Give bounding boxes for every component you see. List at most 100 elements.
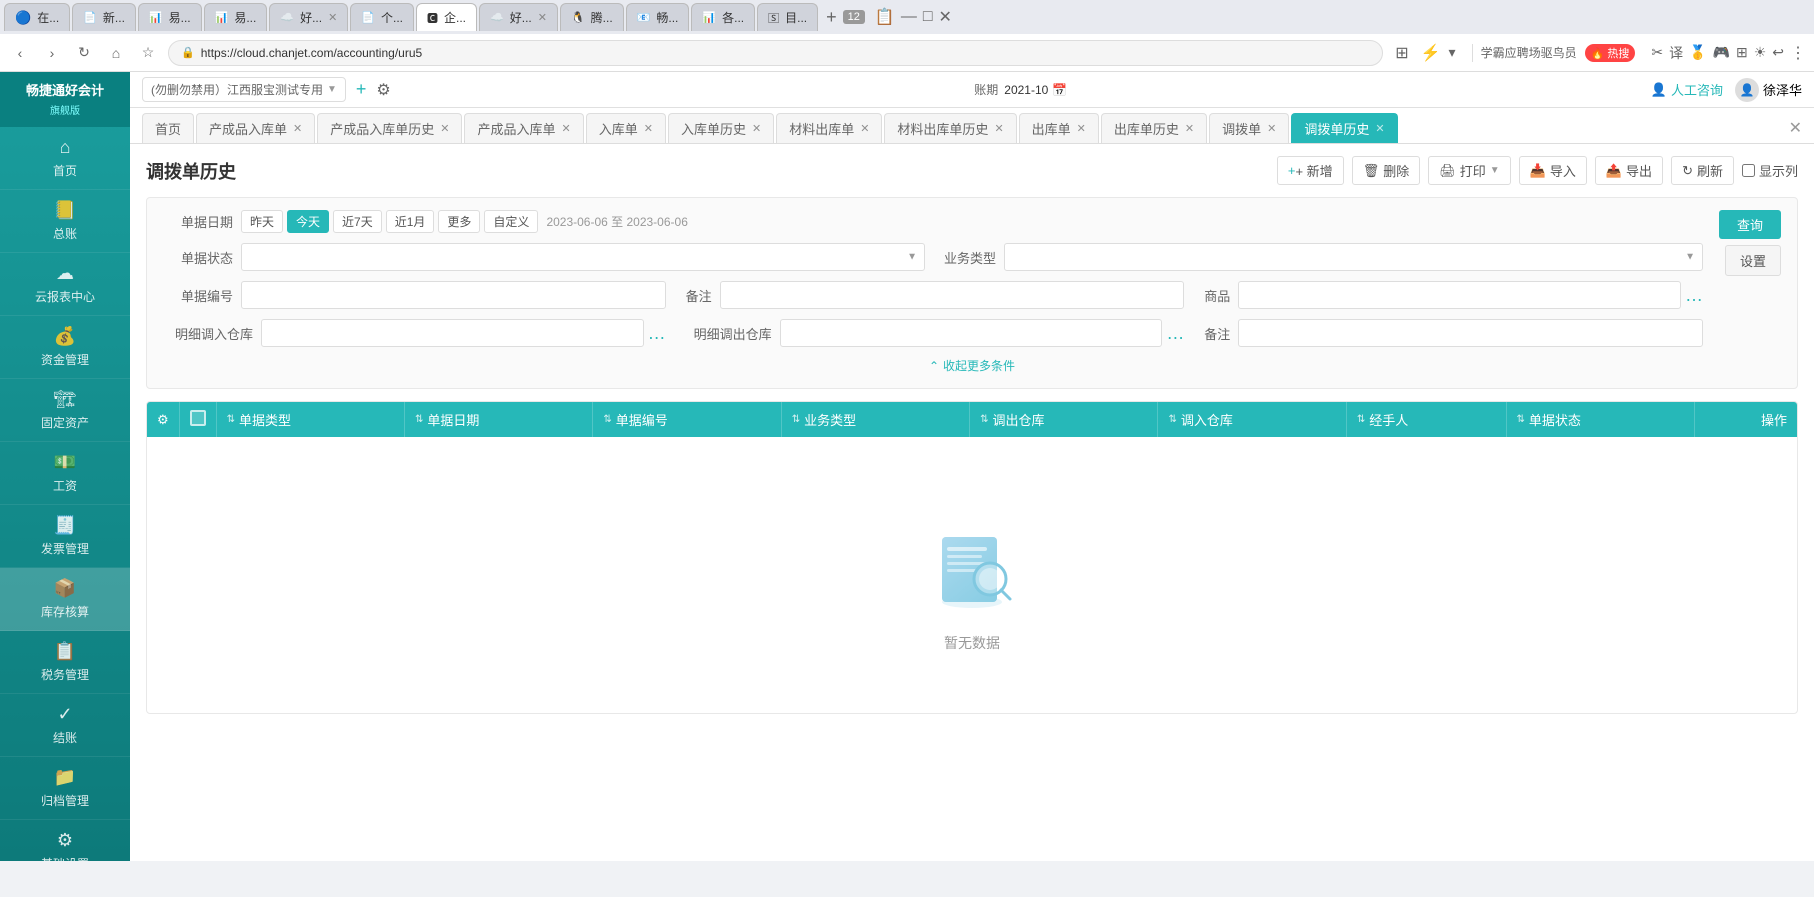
tab-inbound[interactable]: 入库单 ✕ [586, 113, 666, 143]
browser-tab-8[interactable]: 📧 畅... [626, 3, 690, 31]
status-select[interactable] [241, 243, 925, 271]
translate-icon[interactable]: 译 [1669, 43, 1683, 63]
tab-transfer-history-close[interactable]: ✕ [1375, 122, 1384, 135]
docno-input[interactable] [241, 281, 666, 309]
table-gear-icon[interactable]: ⚙ [157, 412, 169, 427]
browser-tab-back[interactable]: 🔵 在... [4, 3, 70, 31]
tab-outbound-history-close[interactable]: ✕ [1185, 122, 1194, 135]
custom-date-btn[interactable]: 自定义 [484, 210, 538, 233]
sidebar-item-settings[interactable]: ⚙ 基础设置 [0, 820, 130, 861]
sort-in-warehouse[interactable]: ⇅ 调入仓库 [1168, 410, 1335, 429]
tab-material-outbound-close[interactable]: ✕ [860, 122, 869, 135]
browser-tab-active[interactable]: 🅲 企... [416, 3, 477, 31]
grid-icon[interactable]: ⊞ [1736, 44, 1748, 61]
th-gear[interactable]: ⚙ [147, 402, 179, 437]
today-btn[interactable]: 今天 [287, 210, 329, 233]
browser-tab-6[interactable]: ☁️ 好... ✕ [479, 3, 558, 31]
tab-menu-btn[interactable]: 📋 [875, 7, 895, 27]
tab-outbound-close[interactable]: ✕ [1077, 122, 1086, 135]
th-doc-type[interactable]: ⇅ 单据类型 [216, 402, 404, 437]
th-in-warehouse[interactable]: ⇅ 调入仓库 [1158, 402, 1346, 437]
tab-home[interactable]: 首页 [142, 113, 194, 143]
extensions-icon[interactable]: ⊞ [1391, 43, 1412, 63]
tab-outbound-history[interactable]: 出库单历史 ✕ [1101, 113, 1207, 143]
new-tab-btn[interactable]: + [826, 7, 837, 28]
browser-tab-4[interactable]: ☁️ 好... ✕ [269, 3, 348, 31]
sidebar-item-assets[interactable]: 🏗 固定资产 [0, 379, 130, 442]
new-btn[interactable]: + + 新增 [1277, 156, 1344, 185]
yesterday-btn[interactable]: 昨天 [241, 210, 283, 233]
status-select-wrapper[interactable] [241, 243, 925, 271]
browser-tab-6-close[interactable]: ✕ [538, 11, 547, 24]
tab-product-inbound-2[interactable]: 产成品入库单 ✕ [464, 113, 583, 143]
sidebar-item-ledger[interactable]: 📒 总账 [0, 190, 130, 253]
more-icon[interactable]: ⋮ [1790, 43, 1806, 63]
tab-outbound[interactable]: 出库单 ✕ [1019, 113, 1099, 143]
th-doc-no[interactable]: ⇅ 单据编号 [593, 402, 781, 437]
th-doc-status[interactable]: ⇅ 单据状态 [1506, 402, 1694, 437]
print-dropdown-icon[interactable]: ▼ [1490, 165, 1500, 176]
collapse-bar[interactable]: ⌃ 收起更多条件 [163, 351, 1781, 376]
sort-doc-type[interactable]: ⇅ 单据类型 [227, 410, 394, 429]
tab-product-inbound-2-close[interactable]: ✕ [562, 122, 571, 135]
th-doc-date[interactable]: ⇅ 单据日期 [405, 402, 593, 437]
forward-btn[interactable]: › [40, 41, 64, 65]
tab-transfer[interactable]: 调拨单 ✕ [1209, 113, 1289, 143]
lightning-icon[interactable]: ⚡ [1421, 43, 1441, 63]
support-btn[interactable]: 👤 人工咨询 [1651, 80, 1723, 99]
sort-doc-date[interactable]: ⇅ 单据日期 [415, 410, 582, 429]
import-btn[interactable]: 📥 导入 [1519, 156, 1587, 185]
export-btn[interactable]: 📤 导出 [1595, 156, 1663, 185]
tools-icon[interactable]: ✂ [1651, 44, 1663, 61]
tab-product-inbound-close[interactable]: ✕ [293, 122, 302, 135]
gear-btn[interactable]: ⚙ [376, 80, 390, 100]
out-warehouse-input[interactable] [780, 319, 1163, 347]
sidebar-item-reports[interactable]: ☁ 云报表中心 [0, 253, 130, 316]
print-btn[interactable]: 🖨 打印 ▼ [1428, 156, 1510, 185]
tab-inbound-history-close[interactable]: ✕ [752, 122, 761, 135]
sidebar-item-salary[interactable]: 💵 工资 [0, 442, 130, 505]
remark-input[interactable] [720, 281, 1185, 309]
wallet-icon[interactable]: 🥇 [1689, 44, 1706, 61]
sidebar-item-archive[interactable]: 📁 归档管理 [0, 757, 130, 820]
back-btn[interactable]: ‹ [8, 41, 32, 65]
in-warehouse-picker-btn[interactable]: … [648, 324, 666, 342]
tab-material-outbound-history[interactable]: 材料出库单历史 ✕ [884, 113, 1016, 143]
more-date-btn[interactable]: 更多 [438, 210, 480, 233]
tab-material-outbound[interactable]: 材料出库单 ✕ [776, 113, 882, 143]
browser-tab-7[interactable]: 🐧 腾... [560, 3, 624, 31]
tab-transfer-history[interactable]: 调拨单历史 ✕ [1291, 113, 1397, 143]
th-biz-type[interactable]: ⇅ 业务类型 [781, 402, 969, 437]
tab-inbound-close[interactable]: ✕ [644, 122, 653, 135]
th-out-warehouse[interactable]: ⇅ 调出仓库 [970, 402, 1158, 437]
tab-product-inbound-history[interactable]: 产成品入库单历史 ✕ [317, 113, 462, 143]
sort-doc-status[interactable]: ⇅ 单据状态 [1517, 410, 1684, 429]
in-warehouse-input[interactable] [261, 319, 644, 347]
sort-out-warehouse[interactable]: ⇅ 调出仓库 [980, 410, 1147, 429]
tab-transfer-close[interactable]: ✕ [1267, 122, 1276, 135]
select-all-checkbox[interactable] [190, 410, 206, 426]
browser-tab-10[interactable]: 🅂 目... [757, 3, 818, 31]
close-window-btn[interactable]: ✕ [939, 7, 952, 27]
query-btn[interactable]: 查询 [1719, 210, 1781, 239]
refresh-btn[interactable]: ↻ 刷新 [1671, 156, 1734, 185]
filter-settings-btn[interactable]: 设置 [1725, 245, 1781, 276]
undo-icon[interactable]: ↩ [1772, 44, 1784, 61]
sort-handler[interactable]: ⇅ 经手人 [1357, 410, 1496, 429]
week-btn[interactable]: 近7天 [333, 210, 382, 233]
goods-input[interactable] [1238, 281, 1681, 309]
delete-btn[interactable]: 🗑 删除 [1352, 156, 1421, 185]
goods-picker-btn[interactable]: … [1685, 286, 1703, 304]
sidebar-item-inventory[interactable]: 📦 库存核算 [0, 568, 130, 631]
refresh-btn[interactable]: ↻ [72, 41, 96, 65]
close-all-tabs-btn[interactable]: ✕ [1777, 113, 1814, 143]
tab-product-inbound-history-close[interactable]: ✕ [440, 122, 449, 135]
out-warehouse-picker-btn[interactable]: … [1166, 324, 1184, 342]
type-select-wrapper[interactable] [1004, 243, 1703, 271]
sidebar-logo[interactable]: 畅捷通好会计 旗舰版 [0, 72, 130, 127]
remark2-input[interactable] [1238, 319, 1703, 347]
brightness-icon[interactable]: ☀ [1754, 44, 1767, 61]
home-btn[interactable]: ⌂ [104, 41, 128, 65]
browser-tab-5[interactable]: 📄 个... [350, 3, 414, 31]
show-cols-toggle[interactable]: 显示列 [1742, 161, 1798, 180]
